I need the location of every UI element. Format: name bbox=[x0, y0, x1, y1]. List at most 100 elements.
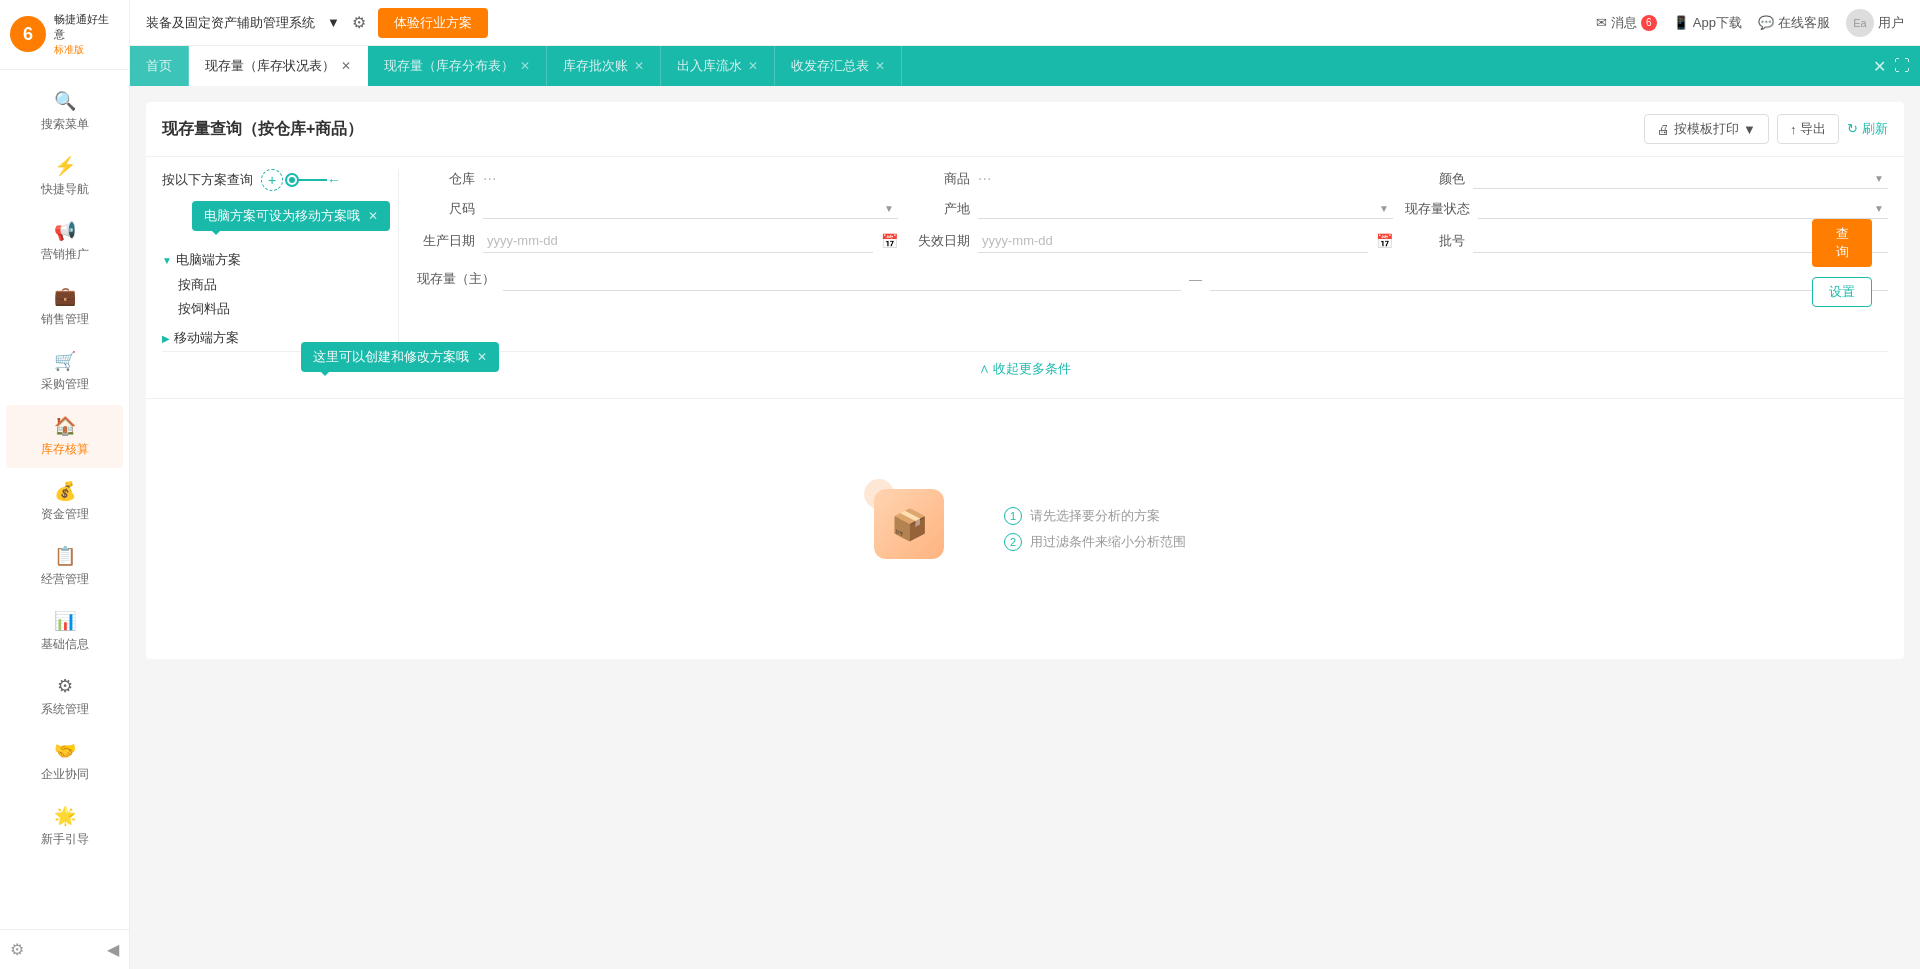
arrow-icon: ← bbox=[327, 172, 341, 188]
tab-batch-close[interactable]: ✕ bbox=[634, 59, 644, 73]
sidebar-item-purchase[interactable]: 🛒 采购管理 bbox=[6, 340, 123, 403]
main-content: 现存量查询（按仓库+商品） 🖨 按模板打印 ▼ ↑ 导出 ↻ 刷新 bbox=[130, 86, 1920, 969]
filter-add-button[interactable]: + bbox=[261, 169, 283, 191]
user-menu[interactable]: Ea 用户 bbox=[1846, 9, 1904, 37]
stock-icon: 🏠 bbox=[54, 415, 76, 437]
tab-close-all-icon[interactable]: ✕ bbox=[1873, 57, 1886, 76]
export-button[interactable]: ↑ 导出 bbox=[1777, 114, 1840, 144]
print-template-button[interactable]: 🖨 按模板打印 ▼ bbox=[1644, 114, 1769, 144]
sidebar-item-stock[interactable]: 🏠 库存核算 bbox=[6, 405, 123, 468]
tab-stock-status[interactable]: 现存量（库存状况表） ✕ bbox=[189, 46, 368, 86]
scheme-panel: 按以下方案查询 + ← bbox=[162, 169, 399, 351]
message-button[interactable]: ✉ 消息 6 bbox=[1596, 14, 1657, 32]
refresh-button[interactable]: ↻ 刷新 bbox=[1847, 120, 1888, 138]
expire-date-calendar-icon[interactable]: 📅 bbox=[1376, 233, 1393, 249]
header-right: ✉ 消息 6 📱 App下载 💬 在线客服 Ea 用户 bbox=[1596, 9, 1904, 37]
tab-collection-close[interactable]: ✕ bbox=[875, 59, 885, 73]
filter-row-2: 尺码 ▼ 产地 ▼ bbox=[415, 199, 1888, 219]
filter-area: 按以下方案查询 + ← bbox=[146, 157, 1904, 399]
system-name: 装备及固定资产辅助管理系统 bbox=[146, 14, 315, 32]
header-gear-icon[interactable]: ⚙ bbox=[352, 13, 366, 32]
tab-expand-icon[interactable]: ⛶ bbox=[1894, 57, 1910, 75]
sidebar-item-guide[interactable]: 🌟 新手引导 bbox=[6, 795, 123, 858]
batch-no-label: 批号 bbox=[1405, 232, 1465, 250]
tab-batch[interactable]: 库存批次账 ✕ bbox=[547, 46, 661, 86]
tab-stock-status-close[interactable]: ✕ bbox=[341, 59, 351, 73]
tooltip-pc: 电脑方案可设为移动方案哦 ✕ bbox=[192, 201, 390, 231]
color-select[interactable]: ▼ bbox=[1473, 169, 1888, 189]
empty-steps: 1 请先选择要分析的方案 2 用过滤条件来缩小分析范围 bbox=[1004, 507, 1186, 551]
scheme-tree: ▼ 电脑端方案 按商品 按饲料品 ▶ bbox=[162, 247, 390, 351]
size-select[interactable]: ▼ bbox=[483, 199, 898, 219]
sidebar-item-operations[interactable]: 📋 经营管理 bbox=[6, 535, 123, 598]
expire-date-input[interactable] bbox=[978, 229, 1368, 253]
system-select-dropdown[interactable]: ▼ bbox=[327, 15, 340, 30]
online-support-label: 在线客服 bbox=[1778, 14, 1830, 32]
reset-button[interactable]: 设置 bbox=[1812, 277, 1872, 307]
connector-line bbox=[297, 179, 327, 181]
prod-date-calendar-icon[interactable]: 📅 bbox=[881, 233, 898, 249]
sidebar-item-marketing[interactable]: 📢 营销推广 bbox=[6, 210, 123, 273]
sidebar-item-system[interactable]: ⚙ 系统管理 bbox=[6, 665, 123, 728]
logo-text: 畅捷通好生意 标准版 bbox=[54, 12, 119, 57]
try-industry-button[interactable]: 体验行业方案 bbox=[378, 8, 488, 38]
filter-row-1: 仓库 ··· 商品 ··· 颜色 ▼ bbox=[415, 169, 1888, 189]
message-icon: ✉ bbox=[1596, 15, 1607, 30]
prod-date-label: 生产日期 bbox=[415, 232, 475, 250]
phone-icon: 📱 bbox=[1673, 15, 1689, 30]
sidebar-item-search[interactable]: 🔍 搜索菜单 bbox=[6, 80, 123, 143]
scheme-pc-item[interactable]: ▼ 电脑端方案 bbox=[162, 247, 390, 273]
empty-icon: 📦 bbox=[864, 479, 964, 579]
tab-collection[interactable]: 收发存汇总表 ✕ bbox=[775, 46, 902, 86]
app-download-label: App下载 bbox=[1693, 14, 1742, 32]
tab-collection-label: 收发存汇总表 bbox=[791, 57, 869, 75]
filter-label: 按以下方案查询 bbox=[162, 171, 253, 189]
filter-row-4: 现存量（主） — bbox=[415, 263, 1888, 295]
tooltip-edit-close[interactable]: ✕ bbox=[477, 350, 487, 364]
tab-stock-dist-close[interactable]: ✕ bbox=[520, 59, 530, 73]
sidebar-item-sales[interactable]: 💼 销售管理 bbox=[6, 275, 123, 338]
product-more-icon: ··· bbox=[978, 170, 991, 188]
sidebar-item-label: 搜索菜单 bbox=[41, 116, 89, 133]
quick-icon: ⚡ bbox=[54, 155, 76, 177]
expire-date-label: 失效日期 bbox=[910, 232, 970, 250]
empty-state: 📦 1 请先选择要分析的方案 2 用过滤条件来缩小分析范围 bbox=[146, 399, 1904, 659]
sidebar-collapse-button[interactable]: ◀ bbox=[107, 940, 119, 959]
print-icon: 🖨 bbox=[1657, 122, 1670, 137]
tab-inout[interactable]: 出入库流水 ✕ bbox=[661, 46, 775, 86]
sidebar-item-enterprise[interactable]: 🤝 企业协同 bbox=[6, 730, 123, 793]
online-support-button[interactable]: 💬 在线客服 bbox=[1758, 14, 1830, 32]
sales-icon: 💼 bbox=[54, 285, 76, 307]
tab-stock-status-label: 现存量（库存状况表） bbox=[205, 57, 335, 75]
step-2-text: 用过滤条件来缩小分析范围 bbox=[1030, 533, 1186, 551]
print-chevron-icon: ▼ bbox=[1743, 122, 1756, 137]
color-select-arrow: ▼ bbox=[1874, 173, 1884, 184]
stock-qty-min-input[interactable] bbox=[503, 267, 1181, 291]
sidebar-item-label: 快捷导航 bbox=[41, 181, 89, 198]
prod-date-input[interactable] bbox=[483, 229, 873, 253]
stock-qty-max-input[interactable] bbox=[1210, 267, 1888, 291]
sidebar-settings-button[interactable]: ⚙ bbox=[10, 940, 24, 959]
scheme-sub-item-feed[interactable]: 按饲料品 bbox=[178, 297, 390, 321]
sidebar-item-label: 采购管理 bbox=[41, 376, 89, 393]
scheme-sub-item-product[interactable]: 按商品 bbox=[178, 273, 390, 297]
pc-scheme-arrow: ▼ bbox=[162, 255, 172, 266]
tooltip-pc-close[interactable]: ✕ bbox=[368, 209, 378, 223]
sidebar-item-quick[interactable]: ⚡ 快捷导航 bbox=[6, 145, 123, 208]
connector-dot bbox=[287, 175, 297, 185]
sidebar-logo: 6 畅捷通好生意 标准版 bbox=[0, 0, 129, 70]
sidebar-item-finance[interactable]: 💰 资金管理 bbox=[6, 470, 123, 533]
stock-status-select[interactable]: ▼ bbox=[1478, 199, 1888, 219]
message-badge: 6 bbox=[1641, 15, 1657, 31]
search-button[interactable]: 查询 bbox=[1812, 219, 1872, 267]
tab-stock-dist[interactable]: 现存量（库存分布表） ✕ bbox=[368, 46, 547, 86]
sidebar-item-basic[interactable]: 📊 基础信息 bbox=[6, 600, 123, 663]
app-download-button[interactable]: 📱 App下载 bbox=[1673, 14, 1742, 32]
tooltip-pc-container: 电脑方案可设为移动方案哦 ✕ bbox=[192, 201, 390, 231]
tab-inout-close[interactable]: ✕ bbox=[748, 59, 758, 73]
mobile-scheme-arrow: ▶ bbox=[162, 333, 170, 344]
origin-select[interactable]: ▼ bbox=[978, 199, 1393, 219]
tab-home[interactable]: 首页 bbox=[130, 46, 189, 86]
origin-label: 产地 bbox=[910, 200, 970, 218]
empty-deco bbox=[864, 479, 894, 509]
